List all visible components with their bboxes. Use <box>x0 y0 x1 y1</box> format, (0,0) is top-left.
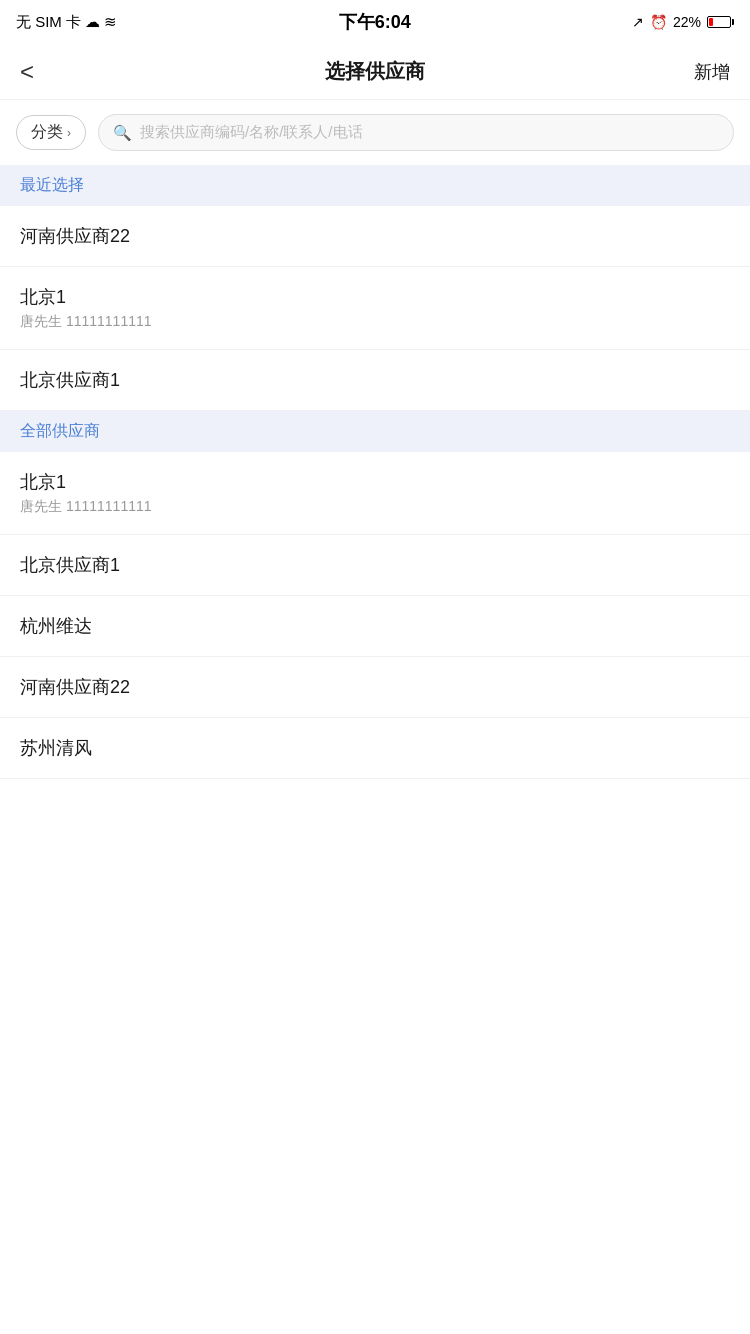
recent-section-header: 最近选择 <box>0 165 750 206</box>
status-left: 无 SIM 卡 ☁ ≋ <box>16 13 117 32</box>
chevron-right-icon: › <box>67 126 71 140</box>
back-button[interactable]: < <box>20 58 60 86</box>
battery-icon <box>707 16 734 28</box>
nav-bar: < 选择供应商 新增 <box>0 44 750 100</box>
list-item[interactable]: 河南供应商22 <box>0 206 750 267</box>
category-button[interactable]: 分类 › <box>16 115 86 150</box>
all-list: 北京1 唐先生 11111111111 北京供应商1 杭州维达河南供应商22 苏州清风 <box>0 452 750 779</box>
battery-percent: 22% <box>673 14 701 30</box>
search-placeholder: 搜索供应商编码/名称/联系人/电话 <box>140 123 363 142</box>
item-name: 苏州清风 <box>20 736 730 760</box>
all-section-header: 全部供应商 <box>0 411 750 452</box>
item-name: 河南供应商22 <box>20 224 730 248</box>
search-icon: 🔍 <box>113 124 132 142</box>
status-bar: 无 SIM 卡 ☁ ≋ 下午6:04 ↗ ⏰ 22% <box>0 0 750 44</box>
item-name: 北京1 <box>20 470 730 494</box>
status-right: ↗ ⏰ 22% <box>632 14 734 30</box>
location-icon: ↗ <box>632 14 644 30</box>
item-name: 河南供应商22 <box>20 675 730 699</box>
item-name: 北京供应商1 <box>20 368 730 392</box>
list-item[interactable]: 北京1 唐先生 11111111111 <box>0 452 750 535</box>
list-item[interactable]: 北京供应商1 <box>0 535 750 596</box>
list-item[interactable]: 杭州维达 <box>0 596 750 657</box>
item-detail: 唐先生 11111111111 <box>20 498 730 516</box>
list-item[interactable]: 北京供应商1 <box>0 350 750 411</box>
item-detail: 唐先生 11111111111 <box>20 313 730 331</box>
status-time: 下午6:04 <box>339 10 411 34</box>
item-name: 杭州维达 <box>20 614 730 638</box>
item-name: 北京供应商1 <box>20 553 730 577</box>
list-item[interactable]: 苏州清风 <box>0 718 750 779</box>
alarm-icon: ⏰ <box>650 14 667 30</box>
category-label: 分类 <box>31 122 63 143</box>
filter-bar: 分类 › 🔍 搜索供应商编码/名称/联系人/电话 <box>0 100 750 165</box>
list-item[interactable]: 北京1 唐先生 11111111111 <box>0 267 750 350</box>
item-name: 北京1 <box>20 285 730 309</box>
new-button[interactable]: 新增 <box>690 60 730 84</box>
page-title: 选择供应商 <box>60 58 690 85</box>
list-item[interactable]: 河南供应商22 <box>0 657 750 718</box>
search-box[interactable]: 🔍 搜索供应商编码/名称/联系人/电话 <box>98 114 734 151</box>
recent-list: 河南供应商22 北京1 唐先生 11111111111 北京供应商1 <box>0 206 750 411</box>
